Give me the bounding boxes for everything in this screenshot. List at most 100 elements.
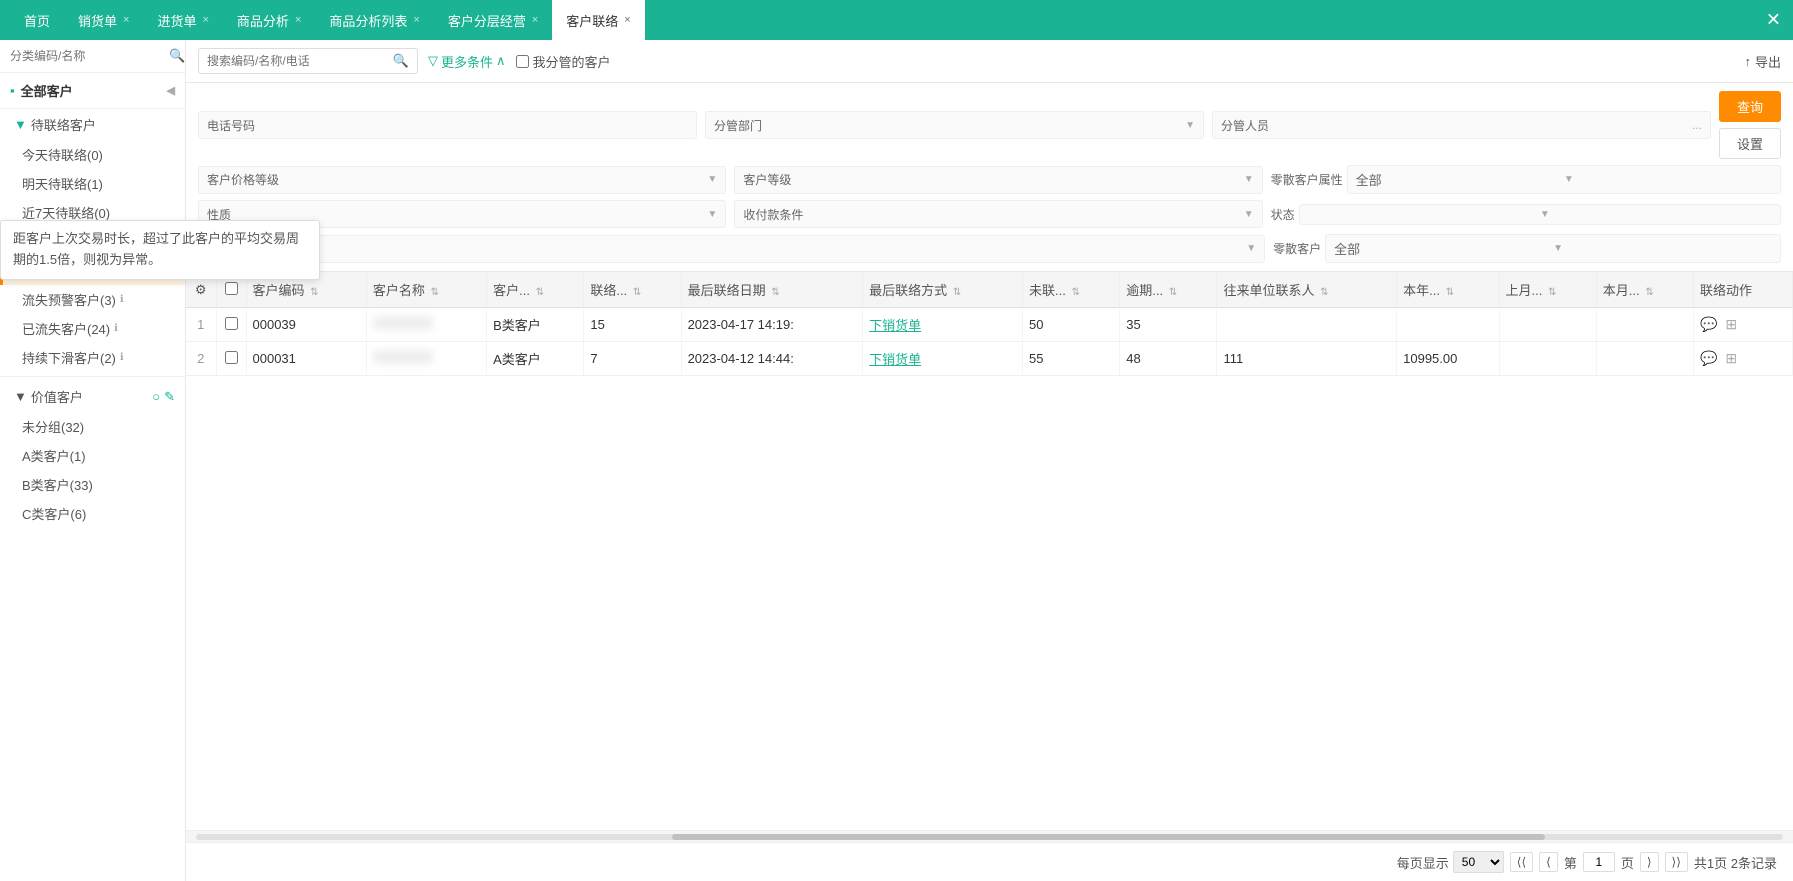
close-sales-icon[interactable]: × [123,14,129,26]
row-last-method-2[interactable]: 下销货单 [863,342,1023,376]
last-page-button[interactable]: ⟩⟩ [1665,852,1688,872]
search-icon[interactable]: 🔍 [393,53,409,69]
my-customers-checkbox[interactable] [516,55,529,68]
per-page-label: 每页显示 [1397,853,1449,872]
horizontal-scrollbar[interactable] [186,830,1793,842]
row-1-checkbox[interactable] [225,317,238,330]
col-contact[interactable]: 联络... ⇅ [584,272,681,308]
col-this-month[interactable]: 本月... ⇅ [1596,272,1693,308]
edit-icon[interactable]: ✎ [164,389,175,405]
settings-gear-icon[interactable]: ⚙ [195,282,207,297]
query-button[interactable]: 查询 [1719,91,1781,122]
row-code-1[interactable]: 000039 [246,308,366,342]
tab-analysis-list[interactable]: 商品分析列表 × [315,0,433,40]
phone-field[interactable]: 电话号码 [198,111,697,139]
person-field[interactable]: 分管人员 ... [1212,111,1711,139]
arrow-down-icon: ▼ [14,117,27,132]
select-all-checkbox[interactable] [225,282,238,295]
sort-contact-icon[interactable]: ⇅ [633,287,641,298]
sort-type-icon[interactable]: ⇅ [536,287,544,298]
circle-icon[interactable]: ○ [152,389,160,405]
row-code-2[interactable]: 000031 [246,342,366,376]
first-page-button[interactable]: ⟨⟨ [1510,852,1533,872]
sidebar-item-declining[interactable]: 持续下滑客户(2) ℹ [0,343,185,372]
col-this-year[interactable]: 本年... ⇅ [1397,272,1499,308]
row-this-month-2 [1596,342,1693,376]
export-button[interactable]: ↑ 导出 [1744,52,1781,71]
arrow-down-icon-2: ▼ [14,389,27,404]
chat-icon-2[interactable]: 💬 [1700,350,1717,367]
grid-action-icon-1[interactable]: ⊞ [1725,316,1737,333]
sidebar-item-churn-warning[interactable]: 流失预警客户(3) ℹ [0,285,185,314]
scrollbar-thumb[interactable] [672,834,1545,840]
row-last-method-1[interactable]: 下销货单 [863,308,1023,342]
close-customer-tier-icon[interactable]: × [532,14,538,26]
chat-icon-1[interactable]: 💬 [1700,316,1717,333]
sort-this-month-icon[interactable]: ⇅ [1645,287,1653,298]
sort-unpaid-icon[interactable]: ⇅ [1071,287,1079,298]
retail-customer-select[interactable]: 全部 ▼ [1325,234,1781,263]
tab-customer-contact[interactable]: 客户联络 × [552,0,644,40]
col-last-month[interactable]: 上月... ⇅ [1499,272,1596,308]
info-icon-3: ℹ [114,323,118,334]
col-unpaid[interactable]: 未联... ⇅ [1023,272,1120,308]
grid-action-icon-2[interactable]: ⊞ [1725,350,1737,367]
retail-attr-select[interactable]: 全部 ▼ [1347,165,1781,194]
sidebar-item-today[interactable]: 今天待联络(0) [0,140,185,169]
chevron-down-icon: ∧ [496,53,506,69]
customer-type-field[interactable]: 客户类型 ▼ [257,235,1265,263]
sort-last-method-icon[interactable]: ⇅ [953,287,961,298]
close-analysis-list-icon[interactable]: × [413,14,419,26]
col-contact2[interactable]: 往来单位联系人 ⇅ [1217,272,1397,308]
sort-name-icon[interactable]: ⇅ [430,287,438,298]
customer-type-arrow-icon: ▼ [1246,243,1256,254]
tab-analysis[interactable]: 商品分析 × [223,0,315,40]
dept-field[interactable]: 分管部门 ▼ [705,111,1204,139]
col-name[interactable]: 客户名称 ⇅ [366,272,486,308]
payment-field[interactable]: 收付款条件 ▼ [734,200,1262,228]
row-contact2-1 [1217,308,1397,342]
sidebar-item-c-class[interactable]: C类客户(6) [0,499,185,528]
search-input[interactable] [207,54,389,68]
filter-row-2: 客户价格等级 ▼ 客户等级 ▼ 零散客户属性 全部 ▼ [198,165,1781,194]
sort-code-icon[interactable]: ⇅ [310,287,318,298]
row-unpaid-2: 55 [1023,342,1120,376]
sort-last-month-icon[interactable]: ⇅ [1548,287,1556,298]
col-last-date[interactable]: 最后联络日期 ⇅ [681,272,863,308]
close-analysis-icon[interactable]: × [295,14,301,26]
close-purchase-icon[interactable]: × [202,14,208,26]
col-last-method[interactable]: 最后联络方式 ⇅ [863,272,1023,308]
sidebar-item-b-class[interactable]: B类客户(33) [0,470,185,499]
tab-purchase[interactable]: 进货单 × [143,0,222,40]
prev-page-button[interactable]: ⟨ [1539,852,1558,872]
sort-contact2-icon[interactable]: ⇅ [1320,287,1328,298]
sidebar-search-icon[interactable]: 🔍 [169,48,185,64]
sort-overdue-icon[interactable]: ⇅ [1169,287,1177,298]
grade-field[interactable]: 客户等级 ▼ [734,166,1262,194]
row-2-checkbox[interactable] [225,351,238,364]
col-overdue[interactable]: 逾期... ⇅ [1120,272,1217,308]
tab-sales[interactable]: 销货单 × [64,0,143,40]
col-type[interactable]: 客户... ⇅ [487,272,584,308]
page-number-input[interactable] [1583,852,1615,872]
tab-home[interactable]: 首页 [10,0,64,40]
sidebar-item-a-class[interactable]: A类客户(1) [0,441,185,470]
collapse-sidebar-icon[interactable]: ◀ [167,84,175,97]
close-customer-contact-icon[interactable]: × [624,14,630,26]
close-all-tabs-button[interactable]: ✕ [1766,10,1781,31]
per-page-select[interactable]: 50 20 100 [1453,851,1504,873]
sidebar-item-tomorrow[interactable]: 明天待联络(1) [0,169,185,198]
row-num-1: 1 [186,308,216,342]
sidebar-search-input[interactable] [10,49,165,63]
settings-button[interactable]: 设置 [1719,128,1781,159]
sidebar-item-unclassified[interactable]: 未分组(32) [0,412,185,441]
tab-customer-tier[interactable]: 客户分层经营 × [434,0,552,40]
next-page-button[interactable]: ⟩ [1640,852,1659,872]
sidebar-item-churned[interactable]: 已流失客户(24) ℹ [0,314,185,343]
status-select[interactable]: ▼ [1299,204,1781,225]
price-grade-field[interactable]: 客户价格等级 ▼ [198,166,726,194]
sort-this-year-icon[interactable]: ⇅ [1446,287,1454,298]
pending-group[interactable]: ▼ 待联络客户 [0,109,185,140]
more-conditions-button[interactable]: ▽ 更多条件 ∧ [428,52,506,71]
sort-last-date-icon[interactable]: ⇅ [771,287,779,298]
